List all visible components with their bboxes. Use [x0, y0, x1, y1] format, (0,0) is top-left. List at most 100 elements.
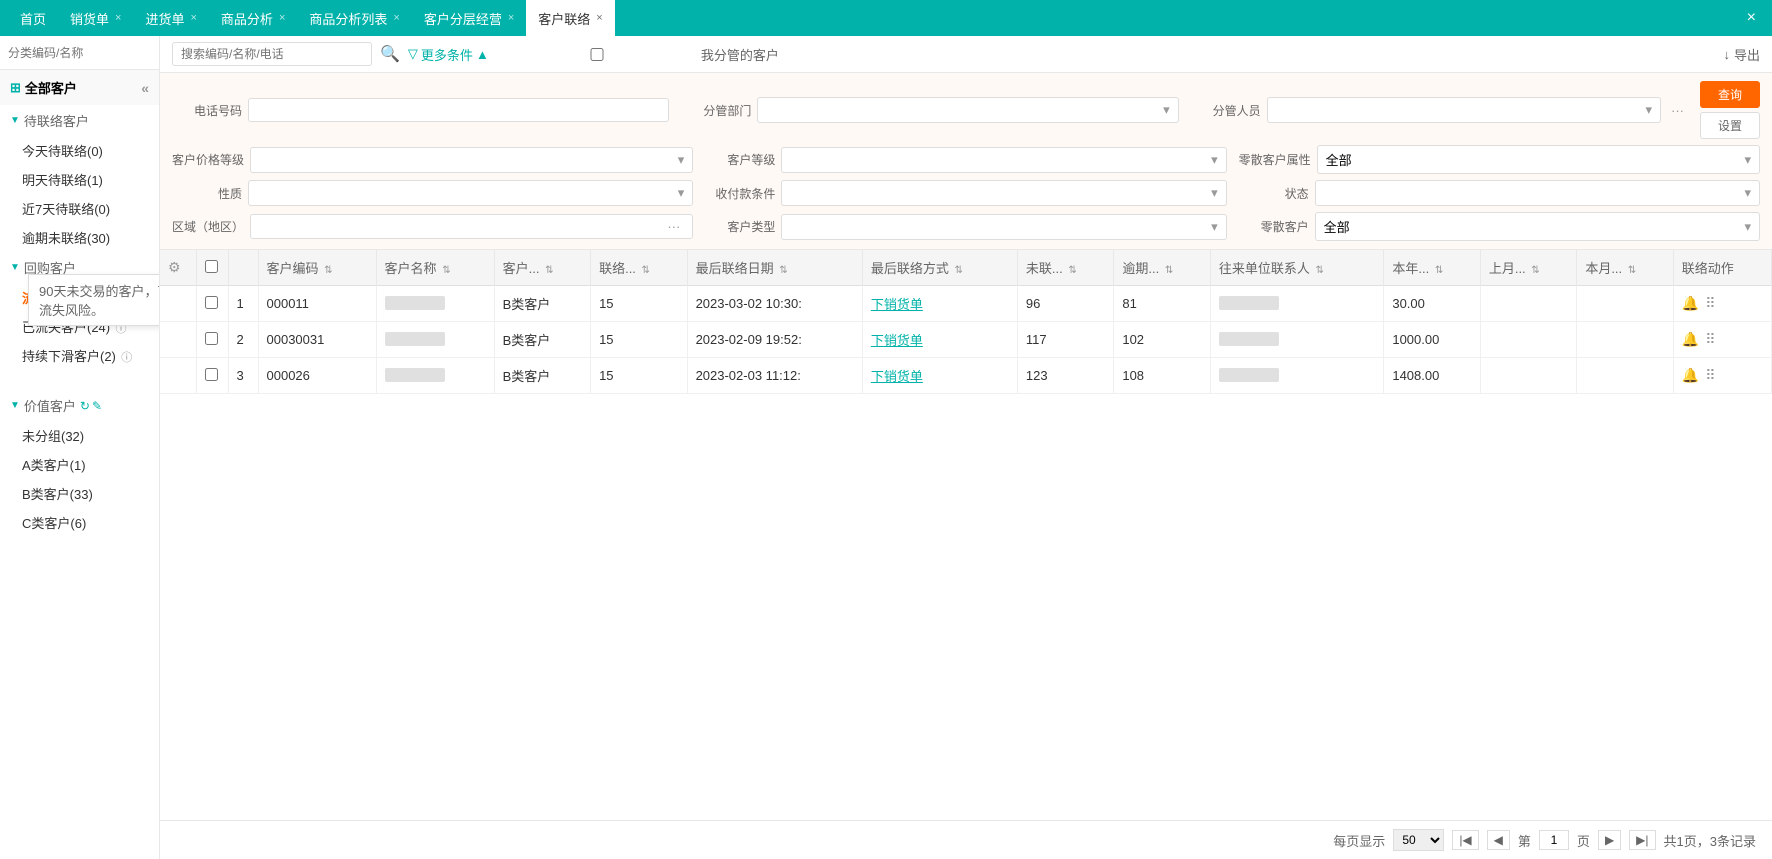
per-page-select[interactable]: 50 100 200: [1393, 829, 1444, 851]
first-page-button[interactable]: |◀: [1452, 830, 1478, 850]
sort-name-icon[interactable]: ⇅: [442, 265, 450, 276]
tab-product-analysis-list[interactable]: 商品分析列表 ×: [297, 0, 411, 36]
dept-select[interactable]: ▾: [757, 97, 1178, 123]
search-button[interactable]: 🔍: [380, 44, 400, 64]
col-last-contact-method[interactable]: 最后联络方式 ⇅: [862, 250, 1017, 286]
tab-customer-contact[interactable]: 客户联络 ×: [526, 0, 614, 36]
col-last-contact-date[interactable]: 最后联络日期 ⇅: [687, 250, 862, 286]
sidebar-item-class-b[interactable]: B类客户(33): [0, 479, 159, 508]
sort-type-icon[interactable]: ⇅: [545, 265, 553, 276]
close-customer-contact-icon[interactable]: ×: [596, 12, 602, 24]
col-name[interactable]: 客户名称 ⇅: [376, 250, 494, 286]
contact-action-icon[interactable]: 🔔: [1682, 331, 1699, 348]
sidebar-search-input[interactable]: [8, 46, 160, 60]
sort-code-icon[interactable]: ⇅: [324, 265, 332, 276]
sort-last-method-icon[interactable]: ⇅: [954, 265, 962, 276]
more-action-icon[interactable]: ⠿: [1705, 331, 1715, 348]
home-tab[interactable]: 首页: [8, 0, 58, 36]
export-button[interactable]: ↓ 导出: [1723, 45, 1760, 64]
sort-this-year-icon[interactable]: ⇅: [1435, 265, 1443, 276]
tab-purchase-order[interactable]: 进货单 ×: [133, 0, 208, 36]
my-customers-checkbox[interactable]: [497, 48, 697, 61]
sidebar-group-value[interactable]: ▼ 价值客户 ↻ ✎: [0, 390, 159, 421]
area-select[interactable]: ···: [250, 214, 693, 239]
more-filter-button[interactable]: ▽ 更多条件 ▲: [408, 45, 489, 64]
retail-attr-select[interactable]: 全部 ▾: [1317, 145, 1760, 174]
search-input[interactable]: [172, 42, 372, 66]
column-settings-icon[interactable]: ⚙: [168, 259, 181, 275]
close-all-tabs-button[interactable]: ×: [1739, 9, 1764, 27]
close-sales-order-icon[interactable]: ×: [115, 12, 121, 24]
close-product-analysis-list-icon[interactable]: ×: [393, 12, 399, 24]
tab-product-analysis[interactable]: 商品分析 ×: [209, 0, 297, 36]
payment-select[interactable]: ▾: [781, 180, 1226, 206]
area-more-icon[interactable]: ···: [663, 219, 684, 234]
col-code[interactable]: 客户编码 ⇅: [258, 250, 376, 286]
col-last-month[interactable]: 上月... ⇅: [1480, 250, 1576, 286]
select-all-checkbox[interactable]: [205, 260, 218, 273]
col-overdue[interactable]: 逾期... ⇅: [1114, 250, 1210, 286]
sort-overdue-icon[interactable]: ⇅: [1165, 265, 1173, 276]
col-historical-contact[interactable]: 往来单位联系人 ⇅: [1210, 250, 1384, 286]
col-this-year[interactable]: 本年... ⇅: [1384, 250, 1480, 286]
table-row: 1 000011 B类客户 15 2023-03-02 10:30: 下销货单 …: [160, 286, 1772, 322]
tab-sales-order[interactable]: 销货单 ×: [58, 0, 133, 36]
customer-level-select[interactable]: ▾: [781, 147, 1226, 173]
status-select[interactable]: ▾: [1315, 180, 1760, 206]
prev-page-button[interactable]: ◀: [1487, 830, 1510, 850]
sidebar-item-today-pending[interactable]: 今天待联络(0): [0, 136, 159, 165]
sort-historical-icon[interactable]: ⇅: [1315, 265, 1323, 276]
last-contact-method-link[interactable]: 下销货单: [871, 369, 923, 384]
close-customer-tier-icon[interactable]: ×: [508, 12, 514, 24]
my-customers-filter[interactable]: 我分管的客户: [497, 45, 779, 64]
next-page-button[interactable]: ▶: [1598, 830, 1621, 850]
contact-action-icon[interactable]: 🔔: [1682, 367, 1699, 384]
sidebar-item-week-pending[interactable]: 近7天待联络(0): [0, 194, 159, 223]
price-level-select[interactable]: ▾: [250, 147, 693, 173]
tab-customer-tier[interactable]: 客户分层经营 ×: [412, 0, 526, 36]
last-contact-method-link[interactable]: 下销货单: [871, 333, 923, 348]
last-page-button[interactable]: ▶|: [1629, 830, 1655, 850]
phone-input[interactable]: [248, 98, 669, 122]
gender-select[interactable]: ▾: [248, 180, 693, 206]
contact-action-icon[interactable]: 🔔: [1682, 295, 1699, 312]
refresh-icon[interactable]: ↻: [80, 399, 90, 413]
more-action-icon[interactable]: ⠿: [1705, 367, 1715, 384]
row-checkbox[interactable]: [205, 332, 218, 345]
sort-last-month-icon[interactable]: ⇅: [1531, 265, 1539, 276]
sidebar-item-class-a[interactable]: A类客户(1): [0, 450, 159, 479]
last-contact-method-link[interactable]: 下销货单: [871, 297, 923, 312]
close-product-analysis-icon[interactable]: ×: [279, 12, 285, 24]
person-select[interactable]: ▾: [1267, 97, 1661, 123]
sidebar-item-class-c[interactable]: C类客户(6): [0, 508, 159, 537]
page-number-input[interactable]: [1539, 830, 1569, 850]
edit-icon[interactable]: ✎: [92, 399, 102, 413]
sidebar-item-ungrouped[interactable]: 未分组(32): [0, 421, 159, 450]
info-icon-2: ⓘ: [121, 352, 132, 364]
retail-customer-select[interactable]: 全部 ▾: [1315, 212, 1760, 241]
col-not-contacted[interactable]: 未联... ⇅: [1017, 250, 1113, 286]
settings-button[interactable]: 设置: [1700, 112, 1760, 139]
collapse-icon[interactable]: «: [141, 80, 149, 96]
customer-type-select[interactable]: ▾: [781, 214, 1226, 240]
person-more-icon[interactable]: ···: [1667, 103, 1688, 118]
sort-not-contacted-icon[interactable]: ⇅: [1068, 265, 1076, 276]
filter-customer-type: 客户类型 ▾: [705, 214, 1226, 240]
close-purchase-order-icon[interactable]: ×: [190, 12, 196, 24]
sidebar-group-pending[interactable]: ▼ 待联络客户: [0, 105, 159, 136]
row-checkbox[interactable]: [205, 368, 218, 381]
sort-this-month-icon[interactable]: ⇅: [1628, 265, 1636, 276]
row-checkbox[interactable]: [205, 296, 218, 309]
more-action-icon[interactable]: ⠿: [1705, 295, 1715, 312]
col-type[interactable]: 客户... ⇅: [494, 250, 590, 286]
sort-last-date-icon[interactable]: ⇅: [779, 265, 787, 276]
col-contact[interactable]: 联络... ⇅: [591, 250, 687, 286]
sidebar-all-customers[interactable]: ⊞ 全部客户 «: [0, 70, 159, 105]
sort-contact-icon[interactable]: ⇅: [642, 265, 650, 276]
sidebar-item-declining[interactable]: 持续下滑客户(2) ⓘ: [0, 341, 159, 370]
query-button[interactable]: 查询: [1700, 81, 1760, 108]
sidebar-item-tomorrow-pending[interactable]: 明天待联络(1): [0, 165, 159, 194]
col-this-month[interactable]: 本月... ⇅: [1577, 250, 1673, 286]
sidebar-item-overdue-pending[interactable]: 逾期未联络(30): [0, 223, 159, 252]
filter-actions: 查询 设置: [1700, 81, 1760, 139]
